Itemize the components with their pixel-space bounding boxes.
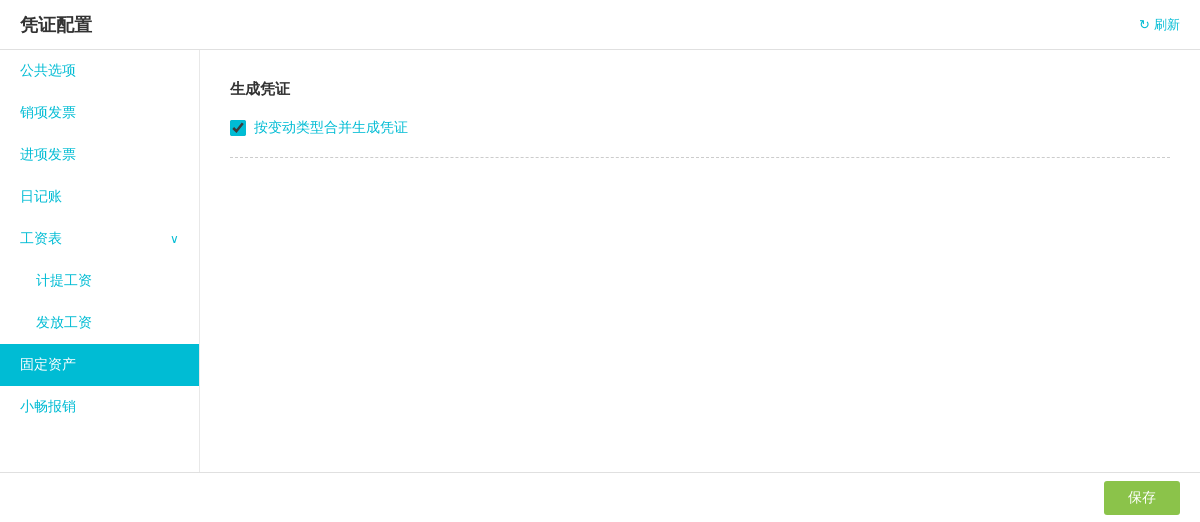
sidebar-item-salary-calc[interactable]: 计提工资 <box>0 260 199 302</box>
merge-checkbox-label[interactable]: 按变动类型合并生成凭证 <box>254 119 408 137</box>
header: 凭证配置 ↻ 刷新 <box>0 0 1200 50</box>
sidebar-item-public[interactable]: 公共选项 <box>0 50 199 92</box>
sidebar-item-label: 进项发票 <box>20 146 76 164</box>
section-title: 生成凭证 <box>230 80 1170 99</box>
sidebar-item-sales-invoice[interactable]: 销项发票 <box>0 92 199 134</box>
refresh-icon: ↻ <box>1139 17 1150 32</box>
sidebar-item-label: 工资表 <box>20 230 62 248</box>
merge-checkbox[interactable] <box>230 120 246 136</box>
sidebar-item-expense[interactable]: 小畅报销 <box>0 386 199 428</box>
checkbox-row: 按变动类型合并生成凭证 <box>230 119 1170 137</box>
sidebar-item-purchase-invoice[interactable]: 进项发票 <box>0 134 199 176</box>
content-area: 生成凭证 按变动类型合并生成凭证 <box>200 50 1200 472</box>
footer: 保存 <box>0 472 1200 522</box>
sidebar-item-label: 计提工资 <box>36 272 92 290</box>
sidebar: 公共选项销项发票进项发票日记账工资表 ∨ 计提工资发放工资固定资产小畅报销 <box>0 50 200 472</box>
sidebar-item-label: 固定资产 <box>20 356 76 374</box>
sidebar-item-label: 小畅报销 <box>20 398 76 416</box>
refresh-label: 刷新 <box>1154 16 1180 34</box>
sidebar-item-label: 日记账 <box>20 188 62 206</box>
app-container: 凭证配置 ↻ 刷新 公共选项销项发票进项发票日记账工资表 ∨ 计提工资发放工资固定资… <box>0 0 1200 522</box>
save-button[interactable]: 保存 <box>1104 481 1180 515</box>
refresh-button[interactable]: ↻ 刷新 <box>1139 16 1180 34</box>
divider <box>230 157 1170 158</box>
sidebar-item-payroll[interactable]: 工资表 ∨ <box>0 218 199 260</box>
page-title: 凭证配置 <box>20 13 92 37</box>
sidebar-item-label: 发放工资 <box>36 314 92 332</box>
sidebar-item-journal[interactable]: 日记账 <box>0 176 199 218</box>
sidebar-item-label: 公共选项 <box>20 62 76 80</box>
chevron-down-icon: ∨ <box>170 232 179 246</box>
main-layout: 公共选项销项发票进项发票日记账工资表 ∨ 计提工资发放工资固定资产小畅报销 生成凭证… <box>0 50 1200 472</box>
sidebar-item-label: 销项发票 <box>20 104 76 122</box>
sidebar-item-fixed-assets[interactable]: 固定资产 <box>0 344 199 386</box>
sidebar-item-salary-pay[interactable]: 发放工资 <box>0 302 199 344</box>
